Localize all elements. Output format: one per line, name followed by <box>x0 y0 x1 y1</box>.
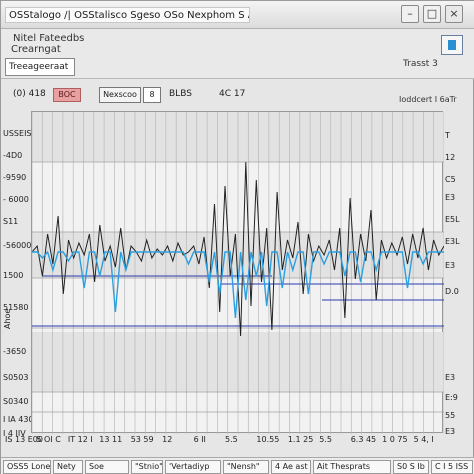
timebase-readout: BLBS <box>169 89 192 99</box>
status-bar: OSS5 LoneasoNetySoe"Stnio"'Vertadiyp"Nen… <box>1 457 474 474</box>
waveform-chart <box>32 112 444 434</box>
y-tick-label-left: 51580 <box>3 303 29 312</box>
y-tick-label-right: D.0 <box>445 287 459 296</box>
status-badge[interactable]: BOC <box>53 88 81 102</box>
toolbar: Nitel Fateedbs Crearngat Treeageeraat Tr… <box>1 29 474 79</box>
y-axis-right: T 12 C5 E3 E5L E3L E3 D.0 E3 E:9 55 E3 <box>443 111 474 441</box>
x-tick-label: 6.3 45 <box>350 435 377 444</box>
measure-button[interactable]: Nexscoo <box>99 87 141 103</box>
y-tick-label-right: E3 <box>445 261 456 270</box>
mode-readout: Ioddcert I 6aTr <box>399 95 457 104</box>
x-tick-label: 1.1 25 <box>287 435 314 444</box>
status-field: S0 S Ib <box>393 460 429 474</box>
y-tick-label-left: -9590 <box>3 173 27 182</box>
y-tick-label-left: I IA 430 <box>3 415 34 424</box>
y-tick-label-right: E3 <box>445 373 456 382</box>
y-tick-label-left: USSEIS <box>3 129 32 138</box>
status-field: "Stnio" <box>131 460 163 474</box>
x-tick-label: 6 II <box>193 435 206 444</box>
x-axis: IS 13 E00 5 OI C IT 12 I 13 11 53 59 12 6 II 5.… <box>1 433 474 447</box>
title-bar: OSStalogo /| OSStalisco Sgeso OSo Nexpho… <box>1 1 474 29</box>
y-tick-label-left: S11 <box>3 217 19 226</box>
panel-icon <box>448 40 456 50</box>
status-field: Nety <box>53 460 83 474</box>
y-tick-label-right: E3 <box>445 193 456 202</box>
y-tick-label-left: -3650 <box>3 347 27 356</box>
y-tick-label-left: 1500 <box>3 271 24 280</box>
channel-field[interactable]: Treeageeraat <box>5 58 75 76</box>
status-field: Soe <box>85 460 129 474</box>
y-tick-label-right: E5L <box>445 215 460 224</box>
trigger-readout: Trasst 3 <box>403 59 438 69</box>
control-strip: (0) 418 BOC Nexscoo 8 BLBS 4C 17 Ioddcer… <box>1 81 474 111</box>
oscilloscope-window: OSStalogo /| OSStalisco Sgeso OSo Nexpho… <box>0 0 474 474</box>
status-field: OSS5 Loneaso <box>3 460 51 474</box>
x-tick-label: 1 0 75 <box>382 435 408 444</box>
status-field: Ait Thesprats <box>313 460 391 474</box>
y-tick-label-right: E3L <box>445 237 460 246</box>
voltage-readout: 4C 17 <box>219 89 246 99</box>
x-tick-label: 5 4, I <box>413 435 434 444</box>
status-field: "Nensh" <box>223 460 269 474</box>
y-tick-label-left: S0503 <box>3 373 29 382</box>
y-tick-label-right: C5 <box>445 175 456 184</box>
x-tick-label: 5 OI C <box>36 435 61 444</box>
x-tick-label: 5.5 <box>225 435 238 444</box>
y-tick-label-right: E:9 <box>445 393 458 402</box>
close-icon[interactable]: × <box>445 5 463 23</box>
x-tick-label: 12 <box>162 435 173 444</box>
maximize-icon[interactable]: □ <box>423 5 441 23</box>
waveform-display[interactable] <box>31 111 444 434</box>
x-tick-label: IT 12 I <box>67 435 93 444</box>
x-tick-label: 5.5 <box>319 435 333 444</box>
x-tick-label: 13 11 <box>99 435 123 444</box>
y-tick-label-left: S0340 <box>3 397 29 406</box>
channel-readout: (0) 418 <box>13 89 46 99</box>
panel-toggle-button[interactable] <box>441 35 463 55</box>
y-tick-label-left: -4D0 <box>3 151 23 160</box>
y-tick-label-left: -56000 <box>3 241 32 250</box>
y-tick-label-right: T <box>445 131 450 140</box>
y-axis-left: Ahoe USSEIS -4D0 -9590- 6000 S11 -56000 1500 5… <box>1 111 34 441</box>
status-field: 4 Ae ast <box>271 460 311 474</box>
x-tick-label: 10.55 <box>256 435 280 444</box>
status-field: 'Vertadiyp <box>165 460 221 474</box>
x-tick-label: 53 59 <box>130 435 154 444</box>
toolbar-label-primary: Nitel Fateedbs <box>13 33 85 44</box>
scale-spinner[interactable]: 8 <box>143 87 161 103</box>
y-tick-label-right: 55 <box>445 411 456 420</box>
y-tick-label-left: - 6000 <box>3 195 29 204</box>
toolbar-label-secondary: Crearngat <box>11 44 61 55</box>
minimize-icon[interactable]: – <box>401 5 419 23</box>
window-title: OSStalogo /| OSStalisco Sgeso OSo Nexpho… <box>5 7 250 23</box>
status-field: C I 5 ISS <box>431 460 473 474</box>
y-tick-label-right: 12 <box>445 153 456 162</box>
